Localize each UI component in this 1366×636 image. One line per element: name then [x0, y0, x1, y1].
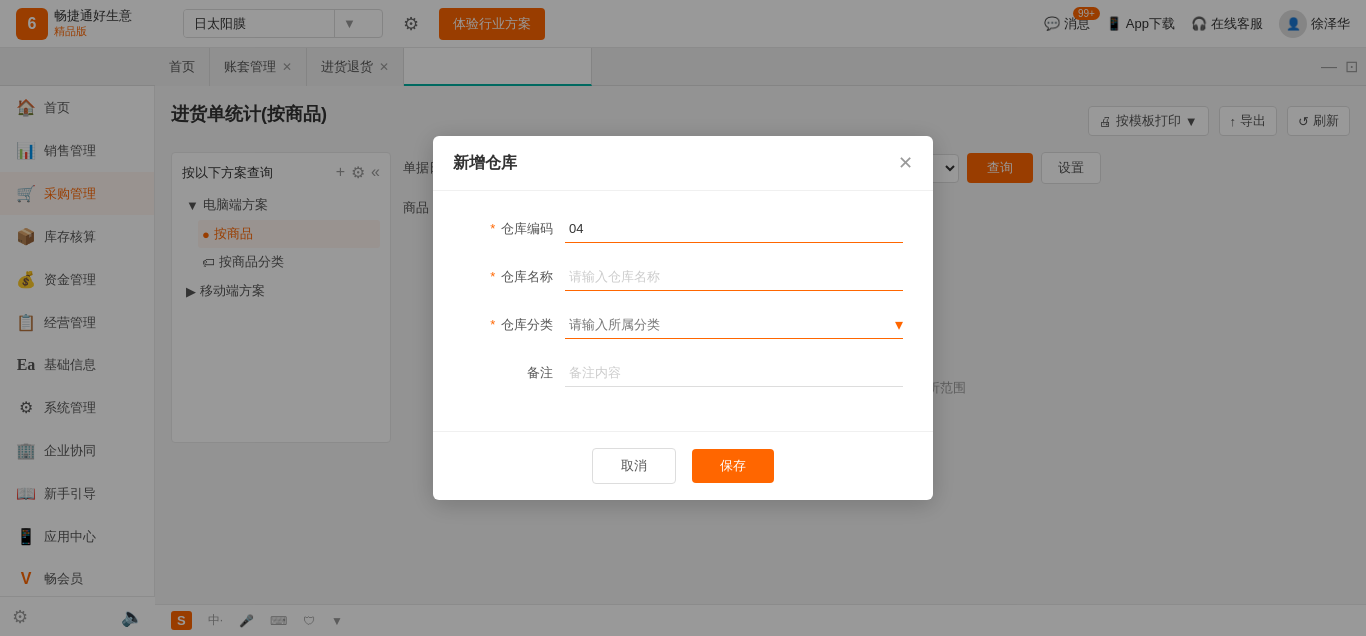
- form-label-code: * 仓库编码: [463, 220, 553, 238]
- dialog-title: 新增仓库: [453, 153, 517, 174]
- save-button[interactable]: 保存: [692, 449, 774, 483]
- new-warehouse-dialog: 新增仓库 ✕ * 仓库编码 * 仓库名称: [433, 136, 933, 500]
- warehouse-remark-input[interactable]: [565, 359, 903, 387]
- form-label-category: * 仓库分类: [463, 316, 553, 334]
- form-row-code: * 仓库编码: [463, 215, 903, 243]
- cancel-button[interactable]: 取消: [592, 448, 676, 484]
- dialog-close-button[interactable]: ✕: [898, 152, 913, 174]
- warehouse-category-input[interactable]: [565, 311, 895, 338]
- form-row-remark: 备注: [463, 359, 903, 387]
- category-dropdown-icon[interactable]: ▾: [895, 315, 903, 334]
- dialog-body: * 仓库编码 * 仓库名称 * 仓库分类: [433, 191, 933, 431]
- warehouse-name-input[interactable]: [565, 263, 903, 291]
- form-label-remark: 备注: [463, 364, 553, 382]
- form-row-name: * 仓库名称: [463, 263, 903, 291]
- form-row-category: * 仓库分类 ▾: [463, 311, 903, 339]
- form-label-name: * 仓库名称: [463, 268, 553, 286]
- modal-overlay: 新增仓库 ✕ * 仓库编码 * 仓库名称: [0, 0, 1366, 636]
- dialog-footer: 取消 保存: [433, 431, 933, 500]
- dialog-header: 新增仓库 ✕: [433, 136, 933, 191]
- warehouse-code-input[interactable]: [565, 215, 903, 243]
- warehouse-category-wrap: ▾: [565, 311, 903, 339]
